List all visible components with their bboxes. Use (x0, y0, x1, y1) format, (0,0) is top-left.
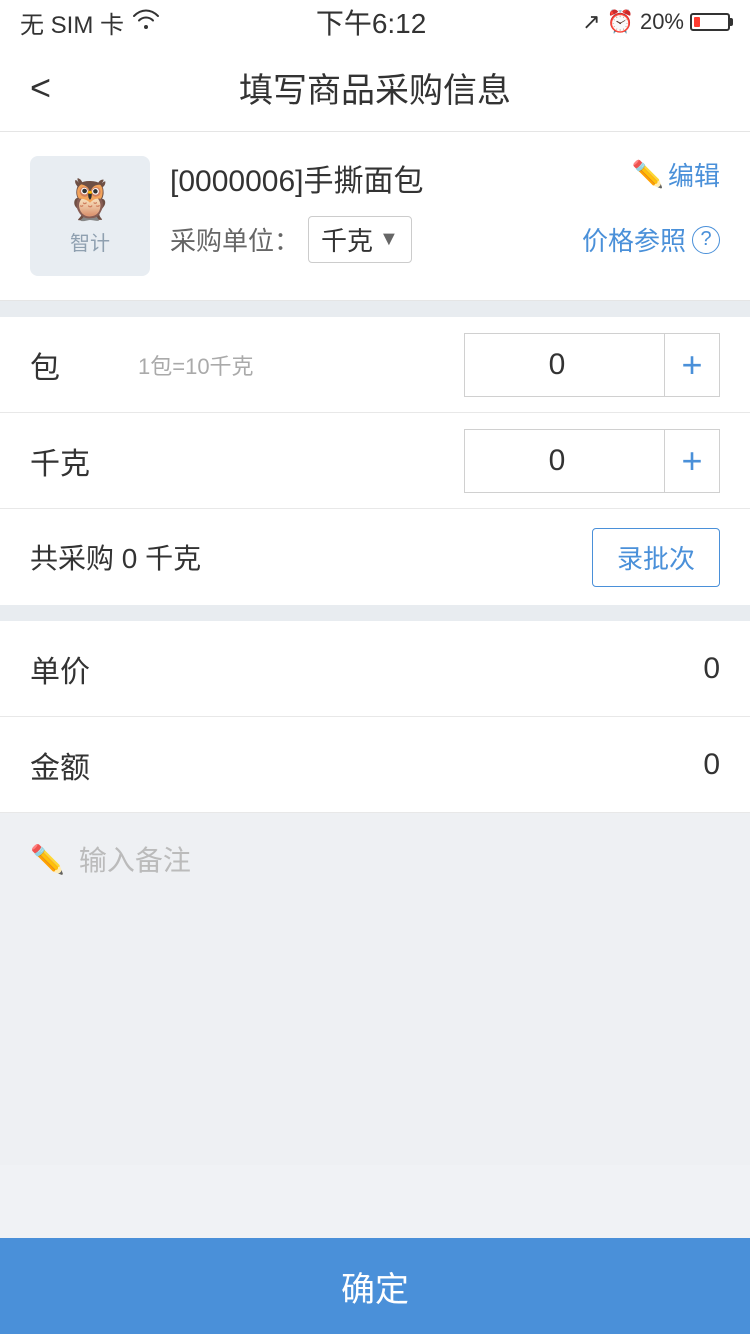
page-title: 填写商品采购信息 (239, 63, 511, 112)
unit-select[interactable]: 千克 ▼ (308, 216, 412, 263)
unit-price-value: 0 (703, 652, 720, 686)
confirm-bar[interactable]: 确定 (0, 1238, 750, 1334)
price-ref-label: 价格参照 (582, 221, 686, 258)
bag-plus-button[interactable]: + (664, 333, 720, 397)
kg-label: 千克 (30, 439, 130, 483)
total-row: 共采购 0 千克 录批次 (0, 509, 750, 605)
edit-label: 编辑 (668, 156, 720, 193)
nav-bar: < 填写商品采购信息 (0, 44, 750, 132)
amount-label: 金额 (30, 743, 90, 787)
wifi-icon (132, 8, 160, 36)
amount-value: 0 (703, 748, 720, 782)
unit-dropdown-arrow: ▼ (379, 228, 399, 251)
price-section: 单价 0 金额 0 (0, 621, 750, 813)
remark-placeholder: 输入备注 (79, 839, 191, 879)
product-name-row: [0000006]手撕面包 ✏️ 编辑 (170, 156, 720, 200)
bag-label: 包 (30, 343, 130, 387)
status-left: 无 SIM 卡 (20, 5, 160, 40)
product-logo-label: 智计 (70, 227, 110, 256)
edit-button[interactable]: ✏️ 编辑 (632, 156, 720, 193)
confirm-label: 确定 (341, 1262, 409, 1311)
status-time: 下午6:12 (316, 2, 427, 42)
status-bar: 无 SIM 卡 下午6:12 ↗ ⏰ 20% (0, 0, 750, 44)
kg-input-row: 千克 + (0, 413, 750, 509)
remark-section[interactable]: ✏️ 输入备注 (0, 813, 750, 905)
separator-2 (0, 605, 750, 621)
amount-row: 金额 0 (0, 717, 750, 813)
separator-1 (0, 301, 750, 317)
product-logo-owl: 🦉 (65, 176, 115, 223)
unit-price-label: 单价 (30, 647, 90, 691)
battery-icon (690, 13, 730, 31)
alarm-icon: ⏰ (607, 9, 634, 35)
back-button[interactable]: < (30, 67, 71, 109)
batch-button[interactable]: 录批次 (592, 528, 720, 587)
battery-percent: 20% (640, 9, 684, 35)
empty-area (0, 905, 750, 1165)
carrier-text: 无 SIM 卡 (20, 5, 124, 40)
total-label: 共采购 0 千克 (30, 537, 201, 577)
unit-row: 采购单位： 千克 ▼ 价格参照 ? (170, 216, 720, 263)
kg-plus-button[interactable]: + (664, 429, 720, 493)
product-info: [0000006]手撕面包 ✏️ 编辑 采购单位： 千克 ▼ 价格参照 ? (170, 156, 720, 263)
edit-icon: ✏️ (632, 159, 664, 190)
unit-price-row: 单价 0 (0, 621, 750, 717)
bag-input-row: 包 1包=10千克 + (0, 317, 750, 413)
status-right: ↗ ⏰ 20% (582, 9, 730, 35)
price-ref-button[interactable]: 价格参照 ? (582, 221, 720, 258)
product-card: 🦉 智计 [0000006]手撕面包 ✏️ 编辑 采购单位： 千克 ▼ (0, 132, 750, 301)
kg-input-right: + (464, 429, 720, 493)
unit-label: 采购单位： (170, 221, 300, 258)
kg-quantity-input[interactable] (464, 429, 664, 493)
pencil-icon: ✏️ (30, 843, 65, 876)
price-ref-help-icon: ? (692, 226, 720, 254)
product-logo: 🦉 智计 (30, 156, 150, 276)
bag-input-right: + (464, 333, 720, 397)
unit-value: 千克 (321, 221, 373, 258)
bag-sub: 1包=10千克 (138, 349, 254, 381)
bag-quantity-input[interactable] (464, 333, 664, 397)
product-name: [0000006]手撕面包 (170, 156, 423, 200)
location-icon: ↗ (582, 9, 600, 35)
input-section: 包 1包=10千克 + 千克 + (0, 317, 750, 509)
